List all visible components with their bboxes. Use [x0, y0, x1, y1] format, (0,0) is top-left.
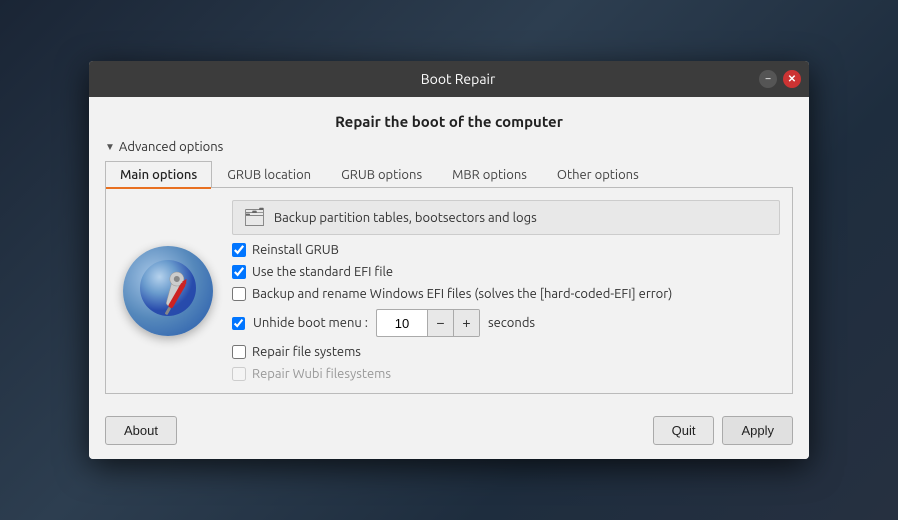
logo-svg: [133, 256, 203, 326]
standard-efi-label: Use the standard EFI file: [252, 265, 393, 279]
main-options-layout: 🗂 Backup partition tables, bootsectors a…: [118, 200, 780, 381]
titlebar-controls: − ✕: [759, 70, 801, 88]
about-button[interactable]: About: [105, 416, 177, 445]
repair-fs-checkbox[interactable]: [232, 345, 246, 359]
repair-wubi-row: Repair Wubi filesystems: [232, 367, 780, 381]
footer-right: Quit Apply: [653, 416, 793, 445]
tab-grub-options[interactable]: GRUB options: [326, 161, 437, 188]
logo-area: [118, 200, 218, 381]
tab-grub-location[interactable]: GRUB location: [212, 161, 326, 188]
tab-other-options[interactable]: Other options: [542, 161, 654, 188]
options-area: 🗂 Backup partition tables, bootsectors a…: [232, 200, 780, 381]
apply-button[interactable]: Apply: [722, 416, 793, 445]
increment-button[interactable]: +: [453, 310, 479, 336]
unhide-label: Unhide boot menu :: [253, 316, 368, 330]
backup-windows-label: Backup and rename Windows EFI files (sol…: [252, 287, 672, 301]
repair-fs-row: Repair file systems: [232, 345, 780, 359]
advanced-options-label: Advanced options: [119, 140, 223, 154]
advanced-options-toggle[interactable]: ▼ Advanced options: [105, 140, 793, 154]
tabs-container: Main options GRUB location GRUB options …: [105, 160, 793, 188]
tab-content: 🗂 Backup partition tables, bootsectors a…: [105, 188, 793, 394]
window-content: Repair the boot of the computer ▼ Advanc…: [89, 97, 809, 406]
page-title: Repair the boot of the computer: [105, 113, 793, 130]
close-button[interactable]: ✕: [783, 70, 801, 88]
repair-wubi-checkbox: [232, 367, 246, 381]
reinstall-grub-checkbox[interactable]: [232, 243, 246, 257]
repair-fs-label: Repair file systems: [252, 345, 361, 359]
footer: About Quit Apply: [89, 406, 809, 459]
reinstall-grub-label: Reinstall GRUB: [252, 243, 339, 257]
backup-windows-checkbox[interactable]: [232, 287, 246, 301]
backup-text: Backup partition tables, bootsectors and…: [274, 211, 537, 225]
standard-efi-checkbox[interactable]: [232, 265, 246, 279]
tab-main-options[interactable]: Main options: [105, 161, 212, 188]
backup-windows-row: Backup and rename Windows EFI files (sol…: [232, 287, 780, 301]
standard-efi-row: Use the standard EFI file: [232, 265, 780, 279]
decrement-button[interactable]: −: [427, 310, 453, 336]
backup-row: 🗂 Backup partition tables, bootsectors a…: [232, 200, 780, 235]
window-title: Boot Repair: [157, 71, 759, 87]
titlebar: Boot Repair − ✕: [89, 61, 809, 97]
minimize-button[interactable]: −: [759, 70, 777, 88]
window: Boot Repair − ✕ Repair the boot of the c…: [89, 61, 809, 459]
quit-button[interactable]: Quit: [653, 416, 715, 445]
unhide-boot-checkbox[interactable]: [232, 317, 245, 330]
arrow-down-icon: ▼: [105, 141, 115, 153]
tab-mbr-options[interactable]: MBR options: [437, 161, 542, 188]
logo-circle: [123, 246, 213, 336]
seconds-label: seconds: [488, 316, 535, 330]
repair-wubi-label: Repair Wubi filesystems: [252, 367, 391, 381]
spinner-group: − +: [376, 309, 480, 337]
unhide-row: Unhide boot menu : − + seconds: [232, 309, 780, 337]
spinner-input[interactable]: [377, 313, 427, 334]
reinstall-grub-row: Reinstall GRUB: [232, 243, 780, 257]
folder-icon: 🗂: [243, 207, 266, 228]
